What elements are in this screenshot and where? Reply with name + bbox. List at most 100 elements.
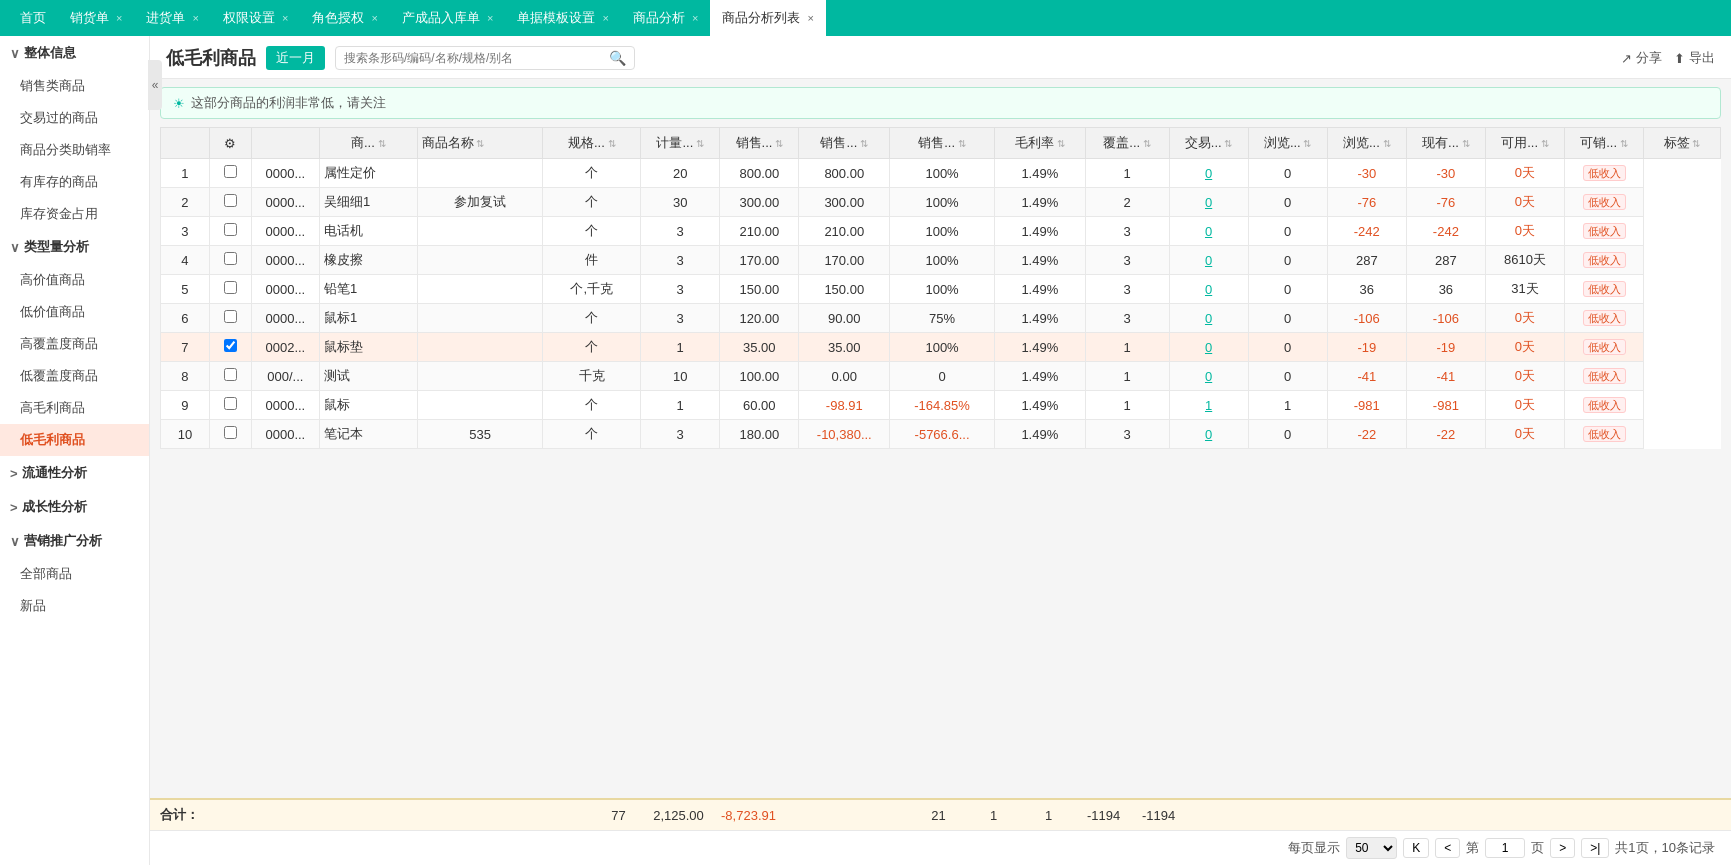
row-checkbox[interactable] xyxy=(209,304,251,333)
first-page-button[interactable]: K xyxy=(1403,838,1429,858)
close-icon[interactable]: × xyxy=(189,12,198,24)
row-checkbox[interactable] xyxy=(209,333,251,362)
header-spec[interactable]: 规格... xyxy=(543,128,641,159)
sidebar-item-低价值商品[interactable]: 低价值商品 xyxy=(0,296,149,328)
saleable-days: 0天 xyxy=(1485,217,1564,246)
header-saleable[interactable]: 可销... xyxy=(1565,128,1644,159)
header-cur_qty[interactable]: 现有... xyxy=(1406,128,1485,159)
header-sale_qty[interactable]: 销售... xyxy=(720,128,799,159)
table-row[interactable]: 60000...鼠标1个3120.0090.0075%1.49%300-106-… xyxy=(161,304,1721,333)
page-input[interactable] xyxy=(1485,838,1525,858)
close-icon[interactable]: × xyxy=(279,12,288,24)
table-row[interactable]: 10000...属性定价个20800.00800.00100%1.49%100-… xyxy=(161,159,1721,188)
row-checkbox[interactable] xyxy=(209,188,251,217)
row-checkbox[interactable] xyxy=(209,391,251,420)
close-icon[interactable]: × xyxy=(689,12,698,24)
table-row[interactable]: 20000...吴细细1参加复试个30300.00300.00100%1.49%… xyxy=(161,188,1721,217)
nav-item-进货单[interactable]: 进货单 × xyxy=(134,0,210,36)
nav-item-产成品入库单[interactable]: 产成品入库单 × xyxy=(390,0,505,36)
nav-item-角色授权[interactable]: 角色授权 × xyxy=(300,0,389,36)
header-sale_price[interactable]: 销售... xyxy=(799,128,890,159)
header-code[interactable]: 商... xyxy=(319,128,417,159)
close-icon[interactable]: × xyxy=(484,12,493,24)
last-page-button[interactable]: >| xyxy=(1581,838,1609,858)
header-cover[interactable]: 覆盖... xyxy=(1085,128,1169,159)
table-row[interactable]: 30000...电话机个3210.00210.00100%1.49%300-24… xyxy=(161,217,1721,246)
row-checkbox[interactable] xyxy=(209,275,251,304)
browse-count-1[interactable]: 0 xyxy=(1169,159,1248,188)
header-tag[interactable]: 标签 xyxy=(1644,128,1721,159)
browse-count-1[interactable]: 0 xyxy=(1169,275,1248,304)
sidebar-collapse-button[interactable]: « xyxy=(148,60,162,110)
nav-item-首页[interactable]: 首页 xyxy=(8,0,58,36)
sidebar-item-商品分类助销率[interactable]: 商品分类助销率 xyxy=(0,134,149,166)
header-profit_rate[interactable]: 毛利率 xyxy=(994,128,1085,159)
sidebar-section-类型量分析[interactable]: ∨ 类型量分析 xyxy=(0,230,149,264)
browse-count-1[interactable]: 1 xyxy=(1169,391,1248,420)
browse-count-1[interactable]: 0 xyxy=(1169,188,1248,217)
row-checkbox[interactable] xyxy=(209,362,251,391)
row-checkbox[interactable] xyxy=(209,420,251,449)
sidebar-item-库存资金占用[interactable]: 库存资金占用 xyxy=(0,198,149,230)
header-browse1[interactable]: 浏览... xyxy=(1248,128,1327,159)
header-unit[interactable]: 计量... xyxy=(641,128,720,159)
product-unit: 个 xyxy=(543,304,641,333)
nav-item-单据模板设置[interactable]: 单据模板设置 × xyxy=(505,0,620,36)
sidebar-section-整体信息[interactable]: ∨ 整体信息 xyxy=(0,36,149,70)
table-row[interactable]: 100000...笔记本535个3180.00-10,380...-5766.6… xyxy=(161,420,1721,449)
browse-count-1[interactable]: 0 xyxy=(1169,217,1248,246)
chevron-icon: > xyxy=(10,500,18,515)
close-icon[interactable]: × xyxy=(804,12,813,24)
table-row[interactable]: 8000/...测试千克10100.000.0001.49%100-41-410… xyxy=(161,362,1721,391)
sidebar-item-交易过的商品[interactable]: 交易过的商品 xyxy=(0,102,149,134)
prev-page-button[interactable]: < xyxy=(1435,838,1460,858)
row-checkbox[interactable] xyxy=(209,246,251,275)
header-avail[interactable]: 可用... xyxy=(1485,128,1564,159)
browse-count-1[interactable]: 0 xyxy=(1169,246,1248,275)
table-row[interactable]: 70002...鼠标垫个135.0035.00100%1.49%100-19-1… xyxy=(161,333,1721,362)
close-icon[interactable]: × xyxy=(599,12,608,24)
date-filter-button[interactable]: 近一月 xyxy=(266,46,325,70)
row-checkbox[interactable] xyxy=(209,217,251,246)
sidebar-item-有库存的商品[interactable]: 有库存的商品 xyxy=(0,166,149,198)
sidebar-section-营销推广分析[interactable]: ∨ 营销推广分析 xyxy=(0,524,149,558)
sidebar-item-高毛利商品[interactable]: 高毛利商品 xyxy=(0,392,149,424)
sidebar-item-全部商品[interactable]: 全部商品 xyxy=(0,558,149,590)
export-button[interactable]: ⬆ 导出 xyxy=(1674,49,1715,67)
sidebar-item-高价值商品[interactable]: 高价值商品 xyxy=(0,264,149,296)
nav-item-权限设置[interactable]: 权限设置 × xyxy=(211,0,300,36)
browse-count-1[interactable]: 0 xyxy=(1169,420,1248,449)
header-trade[interactable]: 交易... xyxy=(1169,128,1248,159)
sidebar-item-低覆盖度商品[interactable]: 低覆盖度商品 xyxy=(0,360,149,392)
header-name[interactable]: 商品名称 xyxy=(417,128,543,159)
nav-item-销货单[interactable]: 销货单 × xyxy=(58,0,134,36)
page-size-select[interactable]: 50 100 xyxy=(1346,837,1397,859)
share-button[interactable]: ↗ 分享 xyxy=(1621,49,1662,67)
browse-count-1[interactable]: 0 xyxy=(1169,362,1248,391)
cover-rate: 1.49% xyxy=(994,420,1085,449)
row-number: 1 xyxy=(161,159,210,188)
sidebar-section-流通性分析[interactable]: > 流通性分析 xyxy=(0,456,149,490)
search-icon[interactable]: 🔍 xyxy=(609,50,626,66)
close-icon[interactable]: × xyxy=(113,12,122,24)
header-sale_profit[interactable]: 销售... xyxy=(890,128,995,159)
sidebar-section-成长性分析[interactable]: > 成长性分析 xyxy=(0,490,149,524)
sidebar-item-新品[interactable]: 新品 xyxy=(0,590,149,622)
search-input[interactable] xyxy=(344,51,609,65)
footer-sale-profit: -8,723.91 xyxy=(711,808,786,823)
table-row[interactable]: 40000...橡皮擦件3170.00170.00100%1.49%300287… xyxy=(161,246,1721,275)
sidebar-item-低毛利商品[interactable]: 低毛利商品 xyxy=(0,424,149,456)
nav-item-商品分析列表[interactable]: 商品分析列表 × xyxy=(710,0,825,36)
header-browse2[interactable]: 浏览... xyxy=(1327,128,1406,159)
product-unit: 个 xyxy=(543,420,641,449)
sidebar-item-销售类商品[interactable]: 销售类商品 xyxy=(0,70,149,102)
nav-item-商品分析[interactable]: 商品分析 × xyxy=(621,0,710,36)
next-page-button[interactable]: > xyxy=(1550,838,1575,858)
table-row[interactable]: 50000...铅笔1个,千克3150.00150.00100%1.49%300… xyxy=(161,275,1721,304)
table-row[interactable]: 90000...鼠标个160.00-98.91-164.85%1.49%111-… xyxy=(161,391,1721,420)
browse-count-1[interactable]: 0 xyxy=(1169,304,1248,333)
row-checkbox[interactable] xyxy=(209,159,251,188)
close-icon[interactable]: × xyxy=(368,12,377,24)
sidebar-item-高覆盖度商品[interactable]: 高覆盖度商品 xyxy=(0,328,149,360)
browse-count-1[interactable]: 0 xyxy=(1169,333,1248,362)
